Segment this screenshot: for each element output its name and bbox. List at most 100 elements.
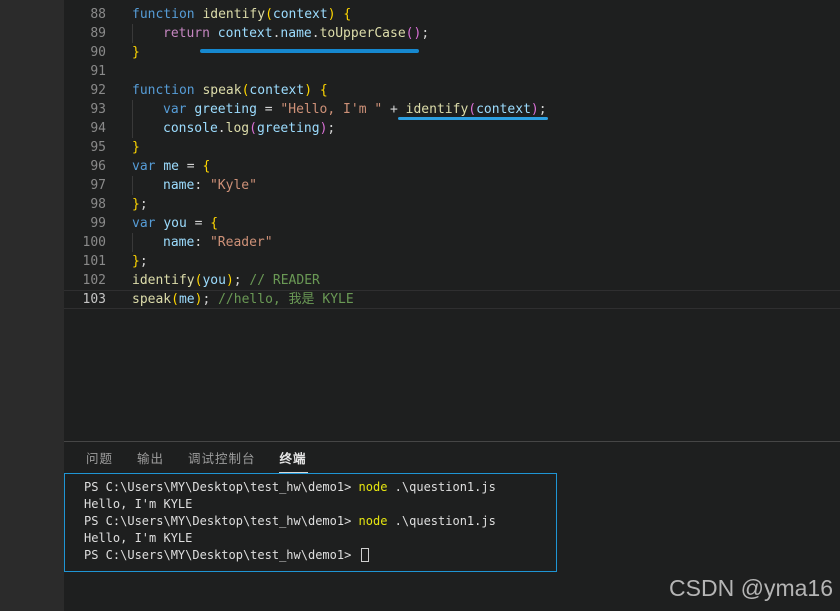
code-token: ) (530, 102, 539, 117)
line-number[interactable]: 97 (64, 176, 106, 195)
code-line-97[interactable]: 97 name: "Kyle" (64, 176, 840, 195)
code-line-94[interactable]: 94 console.log(greeting); (64, 119, 840, 138)
code-token: Hello, I'm KYLE (84, 497, 193, 511)
code-line-88[interactable]: 88 function identify(context) { (64, 5, 840, 24)
line-number[interactable]: 95 (64, 138, 106, 157)
code-token: me (178, 292, 195, 307)
line-number[interactable]: 102 (64, 271, 106, 290)
code-token: greeting (256, 121, 320, 136)
code-line-103[interactable]: 103 speak(me); //hello, 我是 KYLE (64, 290, 840, 309)
line-number[interactable]: 89 (64, 24, 106, 43)
code-token: PS C:\Users\MY\Desktop\test_hw\demo1> (84, 514, 359, 528)
line-content: } (132, 43, 140, 62)
code-token: speak (202, 83, 242, 98)
panel-tab-2[interactable]: 调试控制台 (187, 444, 257, 472)
line-content: return context.name.toUpperCase(); (132, 24, 429, 43)
code-token: ; (233, 273, 250, 288)
line-number[interactable]: 98 (64, 195, 106, 214)
line-content: name: "Kyle" (132, 176, 257, 195)
code-token: context (476, 102, 531, 117)
code-line-92[interactable]: 92 function speak(context) { (64, 81, 840, 100)
code-token: ; (202, 292, 219, 307)
code-token: { (335, 7, 352, 22)
code-line-89[interactable]: 89 return context.name.toUpperCase(); (64, 24, 840, 43)
code-token: } (132, 140, 140, 155)
code-line-102[interactable]: 102 identify(you); // READER (64, 271, 840, 290)
line-number[interactable]: 99 (64, 214, 106, 233)
code-token: node (358, 514, 388, 528)
code-token: you (163, 216, 195, 231)
editor-lines: 88 function identify(context) { 89 return c… (64, 5, 840, 309)
line-number[interactable]: 91 (64, 62, 106, 81)
terminal-row: PS C:\Users\MY\Desktop\test_hw\demo1> no… (84, 513, 556, 530)
line-content: var me = { (132, 157, 210, 176)
line-number[interactable]: 88 (64, 5, 106, 24)
code-token: speak (132, 292, 172, 307)
code-token: context (249, 83, 305, 98)
panel-tab-3[interactable]: 终端 (278, 444, 308, 473)
code-token: var (132, 216, 164, 231)
code-token: "Reader" (209, 235, 273, 250)
code-token: } (132, 254, 140, 269)
code-token: ; (139, 254, 148, 269)
code-token: name (163, 235, 195, 250)
code-line-91[interactable]: 91 (64, 62, 840, 81)
code-token: PS C:\Users\MY\Desktop\test_hw\demo1> (84, 480, 359, 494)
line-number[interactable]: 96 (64, 157, 106, 176)
code-token: identify (132, 273, 195, 288)
code-token: Hello, I'm KYLE (84, 531, 193, 545)
terminal-cursor (360, 548, 369, 562)
line-content: speak(me); //hello, 我是 KYLE (132, 290, 354, 309)
line-number[interactable]: 100 (64, 233, 106, 252)
line-number[interactable]: 93 (64, 100, 106, 119)
code-token: ) (304, 83, 313, 98)
line-content: identify(you); // READER (132, 271, 320, 290)
terminal-row: PS C:\Users\MY\Desktop\test_hw\demo1> (84, 547, 556, 564)
code-line-95[interactable]: 95} (64, 138, 840, 157)
code-token: function (132, 7, 203, 22)
code-token: identify (202, 7, 266, 22)
code-line-90[interactable]: 90} (64, 43, 840, 62)
line-content: console.log(greeting); (132, 119, 335, 138)
code-token: .\question1.js (387, 480, 496, 494)
code-token: identify (405, 102, 469, 117)
code-token: context (272, 7, 328, 22)
code-line-93[interactable]: 93 var greeting = "Hello, I'm " + identif… (64, 100, 840, 119)
code-token: var (132, 159, 164, 174)
code-token: context (217, 26, 273, 41)
code-token: .\question1.js (387, 514, 496, 528)
line-number[interactable]: 90 (64, 43, 106, 62)
terminal-box[interactable]: PS C:\Users\MY\Desktop\test_hw\demo1> no… (64, 473, 557, 572)
panel-tab-1[interactable]: 输出 (136, 444, 165, 472)
code-token: . (311, 26, 320, 41)
line-number[interactable]: 103 (64, 290, 106, 309)
code-token: var (163, 102, 195, 117)
indent-guide (132, 100, 163, 119)
code-token: ; (139, 197, 148, 212)
line-content: } (132, 138, 140, 157)
terminal-row: PS C:\Users\MY\Desktop\test_hw\demo1> no… (84, 479, 556, 496)
panel-tabs: 问题 输出 调试控制台 终端 (85, 444, 308, 473)
code-token: ) (327, 7, 336, 22)
code-line-96[interactable]: 96 var me = { (64, 157, 840, 176)
code-token: return (163, 26, 218, 41)
code-line-100[interactable]: 100 name: "Reader" (64, 233, 840, 252)
line-number[interactable]: 101 (64, 252, 106, 271)
code-line-98[interactable]: 98}; (64, 195, 840, 214)
panel-tab-0[interactable]: 问题 (85, 444, 114, 472)
code-token: me (163, 159, 187, 174)
line-number[interactable]: 92 (64, 81, 106, 100)
code-token: } (132, 45, 140, 60)
terminal-row: Hello, I'm KYLE (84, 496, 556, 513)
code-line-101[interactable]: 101}; (64, 252, 840, 271)
line-content: }; (132, 252, 148, 271)
line-content: function identify(context) { (132, 5, 351, 24)
code-token: node (358, 480, 388, 494)
code-editor[interactable]: 88 function identify(context) { 89 return c… (64, 0, 840, 441)
code-token: . (217, 121, 226, 136)
code-token: name (280, 26, 312, 41)
code-line-99[interactable]: 99 var you = { (64, 214, 840, 233)
code-token: greeting (194, 102, 265, 117)
line-number[interactable]: 94 (64, 119, 106, 138)
indent-guide (132, 119, 163, 138)
